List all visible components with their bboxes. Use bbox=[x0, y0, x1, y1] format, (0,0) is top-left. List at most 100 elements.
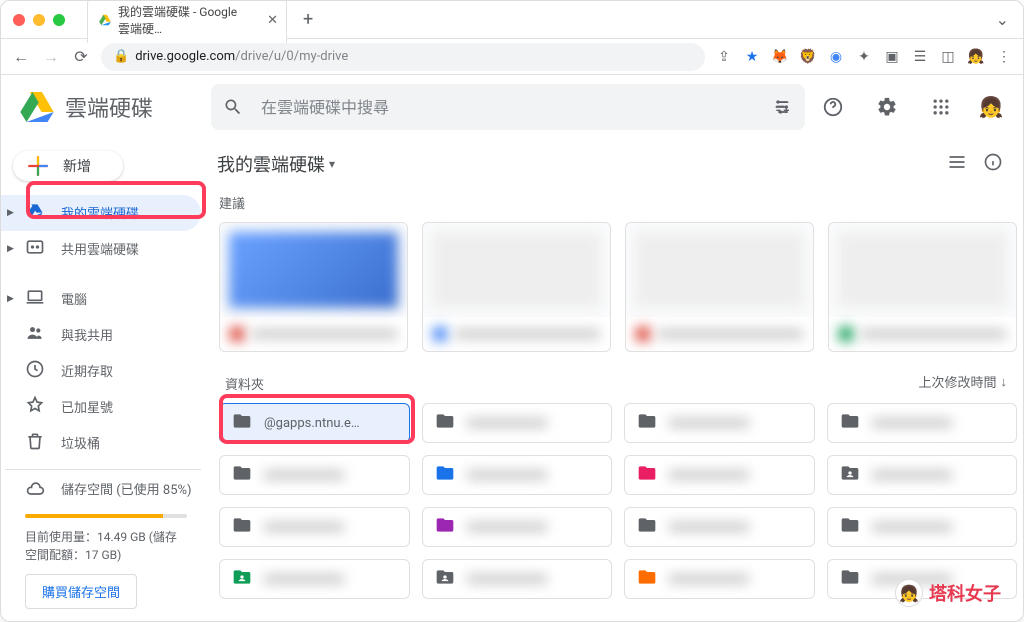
search-bar[interactable] bbox=[211, 84, 805, 130]
close-tab-button[interactable]: ✕ bbox=[267, 13, 278, 28]
share-icon[interactable]: ⇪ bbox=[715, 48, 733, 66]
lock-icon: 🔒 bbox=[113, 49, 129, 64]
folder-name bbox=[264, 574, 344, 584]
apps-button[interactable] bbox=[921, 87, 961, 127]
folder-icon bbox=[232, 411, 252, 435]
sidebar-item-shared[interactable]: 與我共用 bbox=[1, 317, 201, 353]
folder-card[interactable] bbox=[422, 559, 613, 599]
folder-icon bbox=[232, 463, 252, 487]
folder-card[interactable] bbox=[422, 403, 613, 443]
folder-card[interactable] bbox=[827, 403, 1018, 443]
extension-icons: ⇪ ★ 🦊 🦁 ◉ ✦ ▣ ☰ ◫ 👧 ⋮ bbox=[715, 48, 1013, 66]
search-options-icon[interactable] bbox=[773, 97, 793, 117]
extensions-icon[interactable]: ✦ bbox=[855, 48, 873, 66]
folder-card[interactable]: @gapps.ntnu.e… bbox=[219, 403, 410, 443]
ext-circle-icon[interactable]: ◉ bbox=[827, 48, 845, 66]
info-button[interactable] bbox=[983, 152, 1003, 176]
folder-card[interactable] bbox=[827, 507, 1018, 547]
sidebar-item-label: 已加星號 bbox=[61, 397, 113, 416]
folder-icon bbox=[840, 515, 860, 539]
folder-name bbox=[264, 470, 344, 480]
sidebar-item-label: 近期存取 bbox=[61, 361, 113, 380]
sidebar-item-trash[interactable]: 垃圾桶 bbox=[1, 425, 201, 461]
close-window-button[interactable] bbox=[13, 14, 25, 26]
browser-tab[interactable]: 我的雲端硬碟 - Google 雲端硬… ✕ bbox=[87, 0, 287, 43]
storage-item[interactable]: 儲存空間 (已使用 85%) bbox=[1, 478, 201, 500]
folder-name bbox=[467, 522, 547, 532]
ext-mm-icon[interactable]: 🦁 bbox=[799, 48, 817, 66]
sort-button[interactable]: 上次修改時間↓ bbox=[918, 372, 1007, 391]
folder-icon bbox=[435, 463, 455, 487]
sidebar-item-star[interactable]: 已加星號 bbox=[1, 389, 201, 425]
sidebar-item-drive[interactable]: ▶我的雲端硬碟 bbox=[1, 195, 201, 231]
profile-icon[interactable]: 👧 bbox=[967, 48, 985, 66]
help-button[interactable] bbox=[813, 87, 853, 127]
folder-name bbox=[669, 574, 749, 584]
folders-label: 資料夾 bbox=[219, 370, 264, 393]
suggested-card[interactable] bbox=[828, 222, 1017, 352]
account-avatar[interactable]: 👧 bbox=[975, 91, 1007, 123]
folder-icon bbox=[840, 411, 860, 435]
folder-name bbox=[669, 470, 749, 480]
folder-card[interactable] bbox=[624, 507, 815, 547]
menu-icon[interactable]: ⋮ bbox=[995, 48, 1013, 66]
sidebar-item-label: 與我共用 bbox=[61, 325, 113, 344]
drive-logo[interactable]: 雲端硬碟 bbox=[17, 87, 203, 127]
minimize-window-button[interactable] bbox=[33, 14, 45, 26]
folder-card[interactable] bbox=[422, 507, 613, 547]
caret-icon: ▶ bbox=[7, 244, 14, 254]
folder-card[interactable] bbox=[422, 455, 613, 495]
back-button[interactable]: ← bbox=[11, 47, 31, 67]
watermark: 👧 塔科女子 bbox=[895, 579, 1001, 607]
list-view-button[interactable] bbox=[947, 152, 967, 176]
sidebar-item-shared-drive[interactable]: ▶ 共用雲端硬碟 bbox=[1, 231, 201, 267]
arrow-down-icon: ↓ bbox=[1001, 374, 1008, 390]
suggested-card[interactable] bbox=[219, 222, 408, 352]
folder-card[interactable] bbox=[827, 455, 1018, 495]
caret-icon: ▶ bbox=[7, 208, 14, 218]
folder-name bbox=[872, 522, 952, 532]
main-content: 我的雲端硬碟 ▾ 建議 資料夾 上次修改時間↓ @gapps.ntnu.e… bbox=[213, 139, 1023, 621]
folder-icon bbox=[637, 411, 657, 435]
folder-card[interactable] bbox=[219, 507, 410, 547]
folder-icon bbox=[435, 567, 455, 591]
cast-icon[interactable]: ▣ bbox=[883, 48, 901, 66]
bookmark-icon[interactable]: ★ bbox=[743, 48, 761, 66]
folder-card[interactable] bbox=[624, 559, 815, 599]
folder-name bbox=[264, 522, 344, 532]
folder-icon bbox=[232, 515, 252, 539]
maximize-window-button[interactable] bbox=[53, 14, 65, 26]
folder-icon bbox=[435, 515, 455, 539]
address-bar[interactable]: 🔒 drive.google.com/drive/u/0/my-drive bbox=[101, 43, 705, 71]
folder-name bbox=[669, 522, 749, 532]
bookmark2-icon[interactable]: ◫ bbox=[939, 48, 957, 66]
forward-button[interactable]: → bbox=[41, 47, 61, 67]
drive-icon bbox=[25, 201, 45, 225]
browser-toolbar: ← → ⟳ 🔒 drive.google.com/drive/u/0/my-dr… bbox=[1, 39, 1023, 75]
reader-icon[interactable]: ☰ bbox=[911, 48, 929, 66]
suggested-card[interactable] bbox=[625, 222, 814, 352]
new-button[interactable]: 新增 bbox=[13, 151, 123, 181]
folder-card[interactable] bbox=[624, 455, 815, 495]
folder-card[interactable] bbox=[624, 403, 815, 443]
sidebar-item-clock[interactable]: 近期存取 bbox=[1, 353, 201, 389]
tabs-dropdown-icon[interactable]: ⌄ bbox=[996, 10, 1009, 29]
folder-card[interactable] bbox=[219, 455, 410, 495]
search-input[interactable] bbox=[261, 98, 755, 117]
plus-icon bbox=[25, 153, 51, 179]
shared-drive-icon bbox=[25, 237, 45, 261]
folder-card[interactable] bbox=[219, 559, 410, 599]
ext-fox-icon[interactable]: 🦊 bbox=[771, 48, 789, 66]
reload-button[interactable]: ⟳ bbox=[71, 47, 91, 67]
folder-name bbox=[872, 470, 952, 480]
suggested-card[interactable] bbox=[422, 222, 611, 352]
new-tab-button[interactable]: + bbox=[303, 9, 313, 30]
sidebar-item-label: 共用雲端硬碟 bbox=[61, 239, 139, 258]
folder-icon bbox=[637, 463, 657, 487]
folder-path-button[interactable]: 我的雲端硬碟 ▾ bbox=[217, 151, 335, 177]
sidebar-item-laptop[interactable]: ▶電腦 bbox=[1, 281, 201, 317]
folder-name: @gapps.ntnu.e… bbox=[264, 416, 360, 431]
buy-storage-button[interactable]: 購買儲存空間 bbox=[25, 574, 137, 609]
drive-logo-icon bbox=[17, 87, 57, 127]
settings-button[interactable] bbox=[867, 87, 907, 127]
